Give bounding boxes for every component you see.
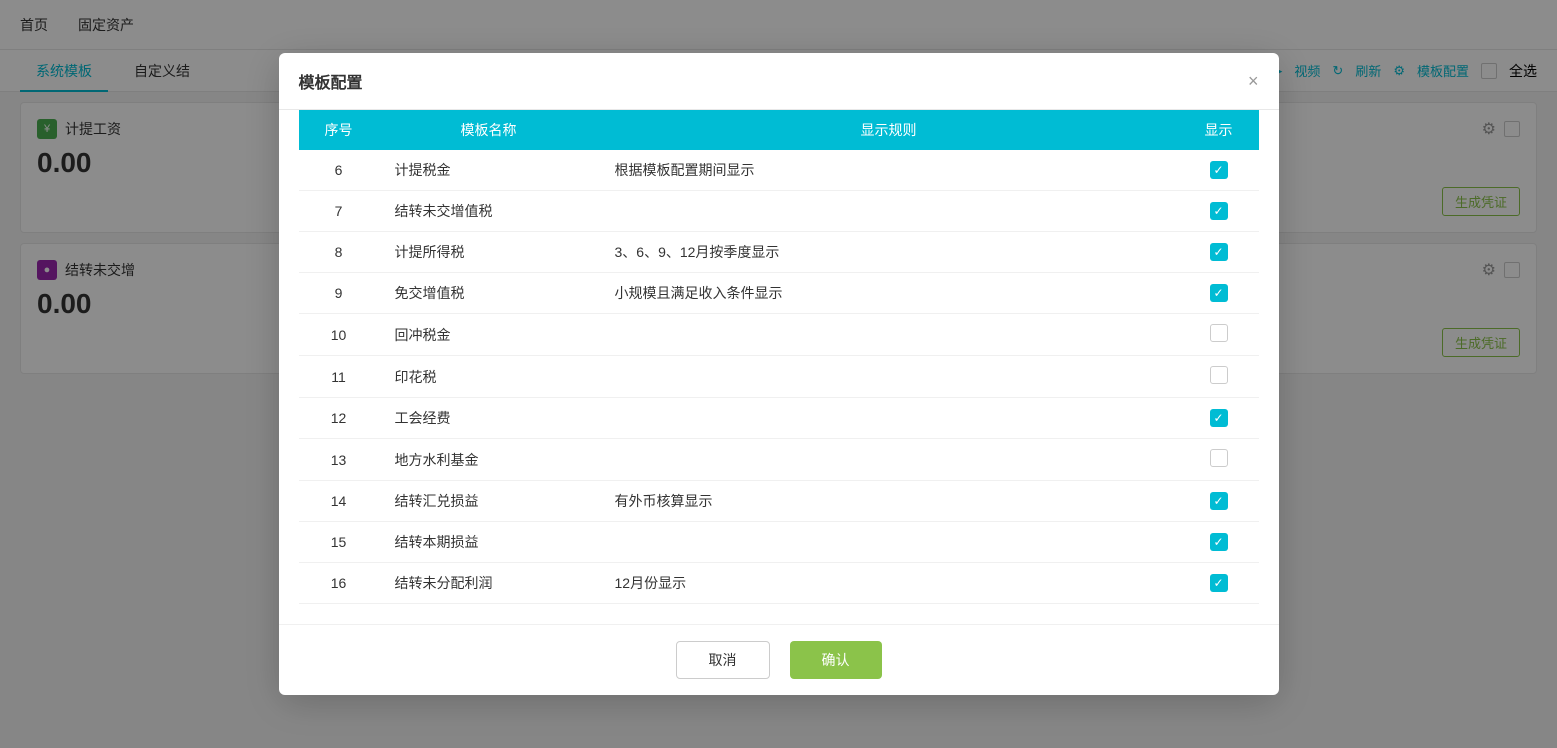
- modal-overlay: 模板配置 × 序号 模板名称 显示规则 显示 6计提税金根据模板配置期间显示✓7…: [0, 0, 1557, 748]
- checkbox-checked-7[interactable]: ✓: [1210, 202, 1228, 220]
- table-row: 12工会经费 ✓: [299, 398, 1259, 439]
- row-name-12: 工会经费: [379, 398, 599, 439]
- row-id-13: 13: [299, 439, 379, 481]
- checkbox-checked-9[interactable]: ✓: [1210, 284, 1228, 302]
- table-row: 7结转未交增值税 ✓: [299, 191, 1259, 232]
- confirm-button[interactable]: 确认: [790, 641, 882, 679]
- cancel-button[interactable]: 取消: [676, 641, 770, 679]
- table-row: 9免交增值税小规模且满足收入条件显示 ✓: [299, 273, 1259, 314]
- row-id-9: 9: [299, 273, 379, 314]
- dialog-header: 模板配置 ×: [279, 53, 1279, 110]
- row-check-13: [1179, 439, 1259, 481]
- row-id-6: 6: [299, 150, 379, 191]
- table-row: 15结转本期损益 ✓: [299, 522, 1259, 563]
- row-id-14: 14: [299, 481, 379, 522]
- row-name-9: 免交增值税: [379, 273, 599, 314]
- row-id-12: 12: [299, 398, 379, 439]
- row-rule-8: 3、6、9、12月按季度显示: [599, 232, 1179, 273]
- table-row: 6计提税金根据模板配置期间显示 ✓: [299, 150, 1259, 191]
- checkbox-checked-15[interactable]: ✓: [1210, 533, 1228, 551]
- row-rule-16: 12月份显示: [599, 563, 1179, 604]
- checkbox-checked-16[interactable]: ✓: [1210, 574, 1228, 592]
- row-check-10: [1179, 314, 1259, 356]
- row-check-16: ✓: [1179, 563, 1259, 604]
- row-name-15: 结转本期损益: [379, 522, 599, 563]
- dialog-title: 模板配置: [299, 69, 363, 93]
- row-rule-10: [599, 314, 1179, 356]
- table-row: 10回冲税金: [299, 314, 1259, 356]
- row-id-11: 11: [299, 356, 379, 398]
- row-id-10: 10: [299, 314, 379, 356]
- table-row: 14结转汇兑损益有外币核算显示 ✓: [299, 481, 1259, 522]
- row-check-14: ✓: [1179, 481, 1259, 522]
- row-name-13: 地方水利基金: [379, 439, 599, 481]
- row-id-16: 16: [299, 563, 379, 604]
- row-name-7: 结转未交增值税: [379, 191, 599, 232]
- table-row: 8计提所得税3、6、9、12月按季度显示 ✓: [299, 232, 1259, 273]
- row-check-12: ✓: [1179, 398, 1259, 439]
- row-check-6: ✓: [1179, 150, 1259, 191]
- table-row: 16结转未分配利润12月份显示 ✓: [299, 563, 1259, 604]
- row-check-9: ✓: [1179, 273, 1259, 314]
- row-check-15: ✓: [1179, 522, 1259, 563]
- checkbox-checked-6[interactable]: ✓: [1210, 161, 1228, 179]
- row-name-10: 回冲税金: [379, 314, 599, 356]
- config-table: 序号 模板名称 显示规则 显示 6计提税金根据模板配置期间显示✓7结转未交增值税…: [299, 110, 1259, 604]
- row-name-14: 结转汇兑损益: [379, 481, 599, 522]
- row-check-7: ✓: [1179, 191, 1259, 232]
- checkbox-unchecked-11[interactable]: [1210, 366, 1228, 384]
- row-id-15: 15: [299, 522, 379, 563]
- table-row: 13地方水利基金: [299, 439, 1259, 481]
- row-id-7: 7: [299, 191, 379, 232]
- row-rule-14: 有外币核算显示: [599, 481, 1179, 522]
- checkbox-checked-14[interactable]: ✓: [1210, 492, 1228, 510]
- template-config-dialog: 模板配置 × 序号 模板名称 显示规则 显示 6计提税金根据模板配置期间显示✓7…: [279, 53, 1279, 695]
- row-rule-12: [599, 398, 1179, 439]
- row-name-6: 计提税金: [379, 150, 599, 191]
- row-name-8: 计提所得税: [379, 232, 599, 273]
- col-header-display: 显示: [1179, 110, 1259, 150]
- col-header-rule: 显示规则: [599, 110, 1179, 150]
- row-rule-6: 根据模板配置期间显示: [599, 150, 1179, 191]
- row-check-11: [1179, 356, 1259, 398]
- row-check-8: ✓: [1179, 232, 1259, 273]
- table-row: 11印花税: [299, 356, 1259, 398]
- checkbox-checked-12[interactable]: ✓: [1210, 409, 1228, 427]
- col-header-name: 模板名称: [379, 110, 599, 150]
- row-rule-9: 小规模且满足收入条件显示: [599, 273, 1179, 314]
- row-name-11: 印花税: [379, 356, 599, 398]
- dialog-close-button[interactable]: ×: [1248, 71, 1259, 92]
- row-name-16: 结转未分配利润: [379, 563, 599, 604]
- dialog-footer: 取消 确认: [279, 624, 1279, 695]
- col-header-id: 序号: [299, 110, 379, 150]
- row-id-8: 8: [299, 232, 379, 273]
- checkbox-unchecked-10[interactable]: [1210, 324, 1228, 342]
- dialog-body: 序号 模板名称 显示规则 显示 6计提税金根据模板配置期间显示✓7结转未交增值税…: [279, 110, 1279, 624]
- row-rule-7: [599, 191, 1179, 232]
- row-rule-15: [599, 522, 1179, 563]
- checkbox-checked-8[interactable]: ✓: [1210, 243, 1228, 261]
- row-rule-11: [599, 356, 1179, 398]
- checkbox-unchecked-13[interactable]: [1210, 449, 1228, 467]
- row-rule-13: [599, 439, 1179, 481]
